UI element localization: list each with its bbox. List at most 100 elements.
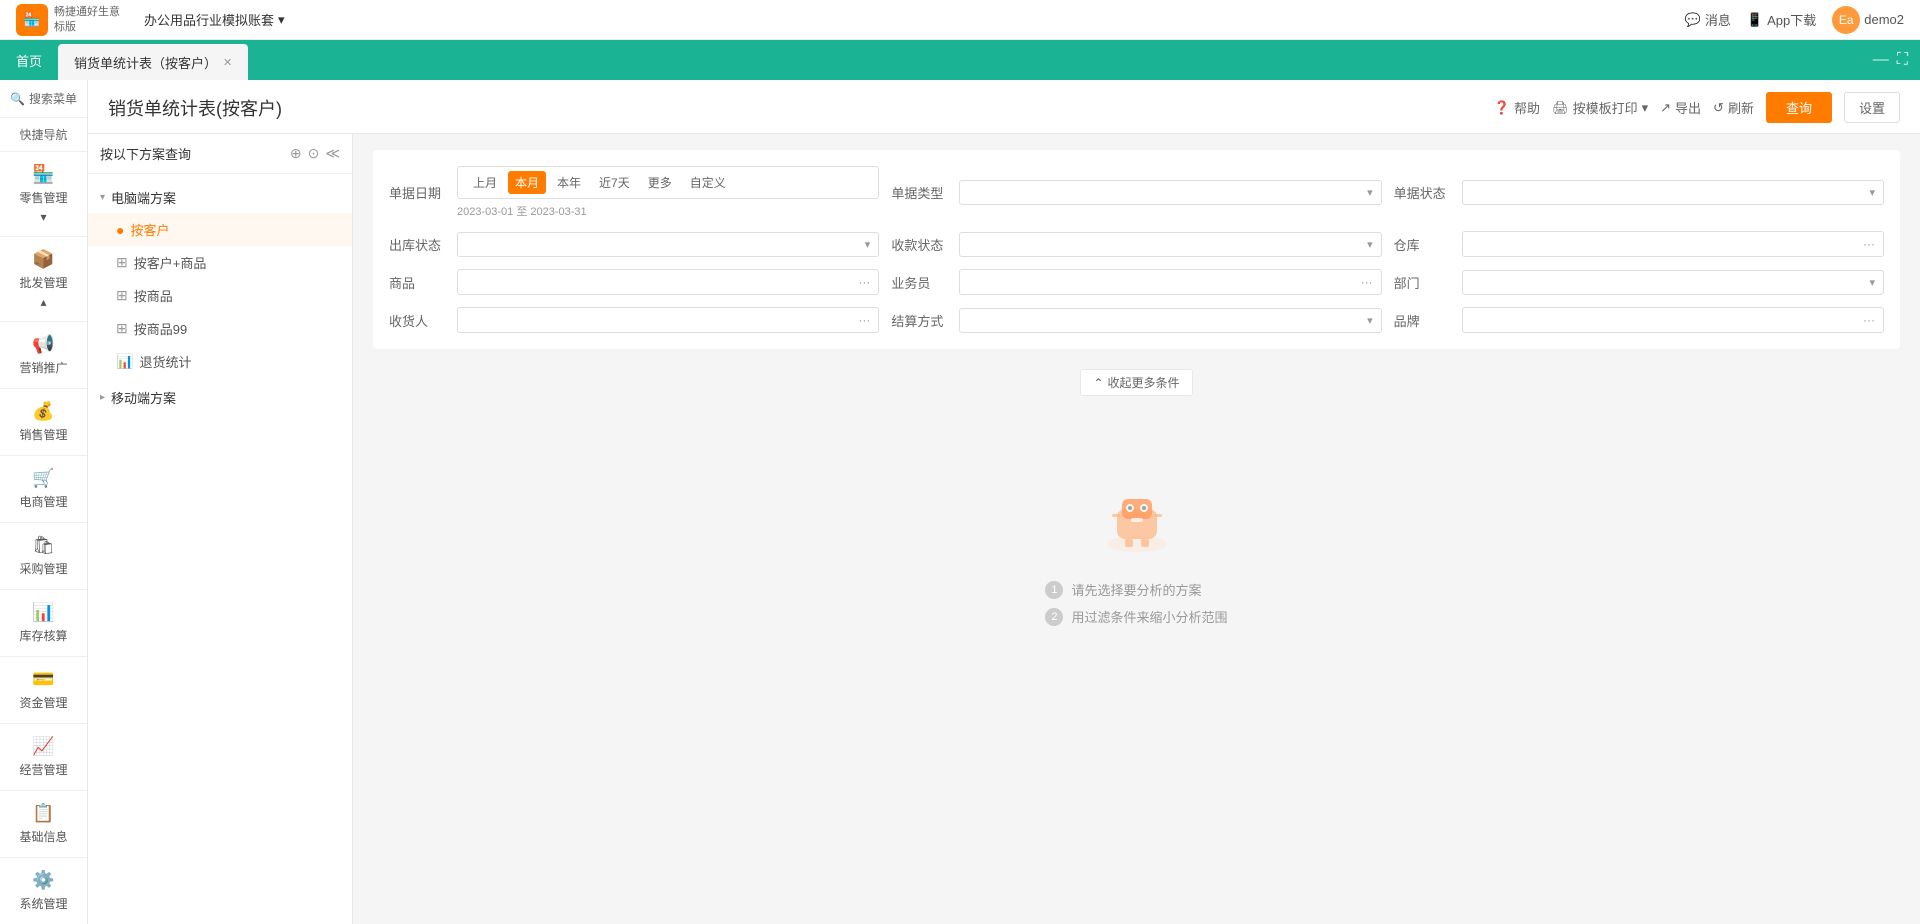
settings-button[interactable]: 设置 bbox=[1844, 92, 1900, 123]
warehouse-select[interactable]: ··· bbox=[1462, 231, 1884, 257]
print-dropdown-icon: ▾ bbox=[1642, 100, 1649, 116]
sidebar-item-system[interactable]: ⚙️ 系统管理 bbox=[0, 858, 87, 924]
doc-status-select[interactable]: ▾ bbox=[1462, 180, 1884, 205]
date-btn-custom[interactable]: 自定义 bbox=[683, 171, 733, 194]
refresh-button[interactable]: ↺ 刷新 bbox=[1713, 98, 1754, 117]
help-button[interactable]: ❓ 帮助 bbox=[1494, 98, 1540, 117]
filter-product-item: 商品 ··· bbox=[389, 269, 879, 295]
brand-select[interactable]: ··· bbox=[1462, 307, 1884, 333]
refresh-scheme-icon[interactable]: ⊙ bbox=[308, 145, 320, 162]
sidebar-item-sales[interactable]: 💰 销售管理 bbox=[0, 389, 87, 456]
split-panel: 按以下方案查询 ⊕ ⊙ ≪ ▾ 电脑端方案 bbox=[88, 134, 1920, 924]
export-button[interactable]: ↗ 导出 bbox=[1660, 98, 1701, 117]
filter-row-3: 商品 ··· 业务员 ··· bbox=[389, 269, 1884, 295]
filter-brand-item: 品牌 ··· bbox=[1394, 307, 1884, 333]
empty-state: 1 请先选择要分析的方案 2 用过滤条件来缩小分析范围 bbox=[373, 404, 1900, 686]
tree-expand-icon: ▾ bbox=[100, 192, 105, 203]
department-label: 部门 bbox=[1394, 273, 1454, 292]
sidebar-item-purchase[interactable]: 🛍 采购管理 bbox=[0, 523, 87, 590]
date-btn-this-year[interactable]: 本年 bbox=[550, 171, 588, 194]
collapse-icon: ⌃ bbox=[1093, 376, 1103, 390]
scheme-header-actions: ⊕ ⊙ ≪ bbox=[290, 145, 340, 162]
tab-minimize-icon[interactable]: — bbox=[1873, 51, 1889, 69]
stock-status-select[interactable]: ▾ bbox=[457, 232, 879, 257]
doc-status-label: 单据状态 bbox=[1394, 183, 1454, 202]
date-shortcuts-bar: 上月 本月 本年 近7天 更多 自定义 bbox=[457, 166, 879, 199]
print-button[interactable]: 🖨 按模板打印 ▾ bbox=[1552, 98, 1648, 117]
settlement-select[interactable]: ▾ bbox=[959, 308, 1381, 333]
date-btn-7days[interactable]: 近7天 bbox=[592, 171, 637, 194]
collapse-button[interactable]: ⌃ 收起更多条件 bbox=[1080, 369, 1192, 396]
expand-icon: ▾ bbox=[40, 210, 46, 224]
scheme-item-by-product[interactable]: ⊞ 按商品 bbox=[88, 279, 352, 312]
sidebar-item-operation[interactable]: 📈 经营管理 bbox=[0, 724, 87, 791]
tab-close-icon[interactable]: ✕ bbox=[223, 56, 232, 69]
sidebar-item-inventory[interactable]: 📊 库存核算 bbox=[0, 590, 87, 657]
app-selector[interactable]: 办公用品行业模拟账套 ▾ bbox=[144, 10, 285, 29]
doc-type-select[interactable]: ▾ bbox=[959, 180, 1381, 205]
collapse-scheme-icon[interactable]: ≪ bbox=[325, 145, 340, 162]
sidebar-item-marketing[interactable]: 📢 营销推广 bbox=[0, 322, 87, 389]
tree-group-desktop: ▾ 电脑端方案 ● 按客户 ⊞ 按客户+商品 ⊞ bbox=[88, 182, 352, 378]
sidebar-item-finance[interactable]: 💳 资金管理 bbox=[0, 657, 87, 724]
brand-label: 品牌 bbox=[1394, 311, 1454, 330]
help-icon: ❓ bbox=[1494, 100, 1510, 116]
retail-icon: 🏪 bbox=[32, 164, 54, 185]
filter-settlement-item: 结算方式 ▾ bbox=[891, 308, 1381, 333]
messages-button[interactable]: 💬 消息 bbox=[1685, 10, 1731, 29]
refresh-icon: ↺ bbox=[1713, 100, 1724, 116]
sidebar-item-wholesale[interactable]: 📦 批发管理 ▴ bbox=[0, 237, 87, 322]
tab-sales-stat[interactable]: 销货单统计表（按客户） ✕ bbox=[58, 44, 248, 80]
sidebar-quick-nav[interactable]: 快捷导航 bbox=[0, 118, 87, 152]
department-select[interactable]: ▾ bbox=[1462, 270, 1884, 295]
logo-area: 🏪 畅捷通好生意 标版 bbox=[16, 4, 120, 36]
query-button[interactable]: 查询 bbox=[1766, 92, 1832, 123]
user-menu[interactable]: Ea demo2 bbox=[1832, 6, 1904, 34]
sidebar-search[interactable]: 🔍 搜索菜单 bbox=[0, 80, 87, 118]
scheme-item-by-customer[interactable]: ● 按客户 bbox=[88, 213, 352, 246]
receiver-select[interactable]: ··· bbox=[457, 307, 879, 333]
sidebar-item-retail[interactable]: 🏪 零售管理 ▾ bbox=[0, 152, 87, 237]
app-download-button[interactable]: 📱 App下载 bbox=[1747, 10, 1816, 29]
receiver-label: 收货人 bbox=[389, 311, 449, 330]
salesperson-select[interactable]: ··· bbox=[959, 269, 1381, 295]
tab-home[interactable]: 首页 bbox=[0, 40, 58, 80]
receipt-status-select[interactable]: ▾ bbox=[959, 232, 1381, 257]
filter-receipt-status-item: 收款状态 ▾ bbox=[891, 232, 1381, 257]
product-dots-icon: ··· bbox=[858, 275, 870, 289]
sidebar-item-basic[interactable]: 📋 基础信息 bbox=[0, 791, 87, 858]
receipt-status-label: 收款状态 bbox=[891, 235, 951, 254]
topbar: 🏪 畅捷通好生意 标版 办公用品行业模拟账套 ▾ 💬 消息 📱 App下载 Ea… bbox=[0, 0, 1920, 40]
scheme-item-by-product-99[interactable]: ⊞ 按商品99 bbox=[88, 312, 352, 345]
scheme-icon-return: 📊 bbox=[116, 353, 133, 370]
ecommerce-icon: 🛒 bbox=[32, 468, 54, 489]
main-layout: 🔍 搜索菜单 快捷导航 🏪 零售管理 ▾ 📦 批发管理 ▴ 📢 营销推广 💰 销… bbox=[0, 80, 1920, 924]
doc-type-chevron: ▾ bbox=[1367, 186, 1373, 199]
sidebar-item-ecommerce[interactable]: 🛒 电商管理 bbox=[0, 456, 87, 523]
filter-department-item: 部门 ▾ bbox=[1394, 270, 1884, 295]
sidebar: 🔍 搜索菜单 快捷导航 🏪 零售管理 ▾ 📦 批发管理 ▴ 📢 营销推广 💰 销… bbox=[0, 80, 88, 924]
collapse-bar: ⌃ 收起更多条件 bbox=[373, 361, 1900, 404]
date-group: 上月 本月 本年 近7天 更多 自定义 2023-03-01 至 2023-03… bbox=[457, 166, 879, 219]
filter-row-4: 收货人 ··· 结算方式 ▾ bbox=[389, 307, 1884, 333]
empty-illustration bbox=[1087, 464, 1187, 564]
filter-grid: 单据日期 上月 本月 本年 近7天 更多 自定义 bbox=[373, 150, 1900, 349]
inventory-icon: 📊 bbox=[32, 602, 54, 623]
empty-tips: 1 请先选择要分析的方案 2 用过滤条件来缩小分析范围 bbox=[1045, 580, 1227, 626]
date-btn-more[interactable]: 更多 bbox=[641, 171, 679, 194]
filter-warehouse-item: 仓库 ··· bbox=[1394, 231, 1884, 257]
logo-icon: 🏪 bbox=[16, 4, 48, 36]
product-select[interactable]: ··· bbox=[457, 269, 879, 295]
tree-group-mobile-header[interactable]: ▸ 移动端方案 bbox=[88, 382, 352, 413]
content: 销货单统计表(按客户) ❓ 帮助 🖨 按模板打印 ▾ ↗ 导出 ↺ 刷新 bbox=[88, 80, 1920, 924]
date-btn-last-month[interactable]: 上月 bbox=[466, 171, 504, 194]
scheme-item-by-customer-product[interactable]: ⊞ 按客户+商品 bbox=[88, 246, 352, 279]
scheme-item-return-stat[interactable]: 📊 退货统计 bbox=[88, 345, 352, 378]
salesperson-label: 业务员 bbox=[891, 273, 951, 292]
empty-tip-2: 2 用过滤条件来缩小分析范围 bbox=[1045, 607, 1227, 626]
tab-fullscreen-icon[interactable]: ⛶ bbox=[1897, 51, 1908, 69]
wholesale-icon: 📦 bbox=[32, 249, 54, 270]
tree-group-desktop-header[interactable]: ▾ 电脑端方案 bbox=[88, 182, 352, 213]
add-scheme-icon[interactable]: ⊕ bbox=[290, 145, 302, 162]
date-btn-this-month[interactable]: 本月 bbox=[508, 171, 546, 194]
